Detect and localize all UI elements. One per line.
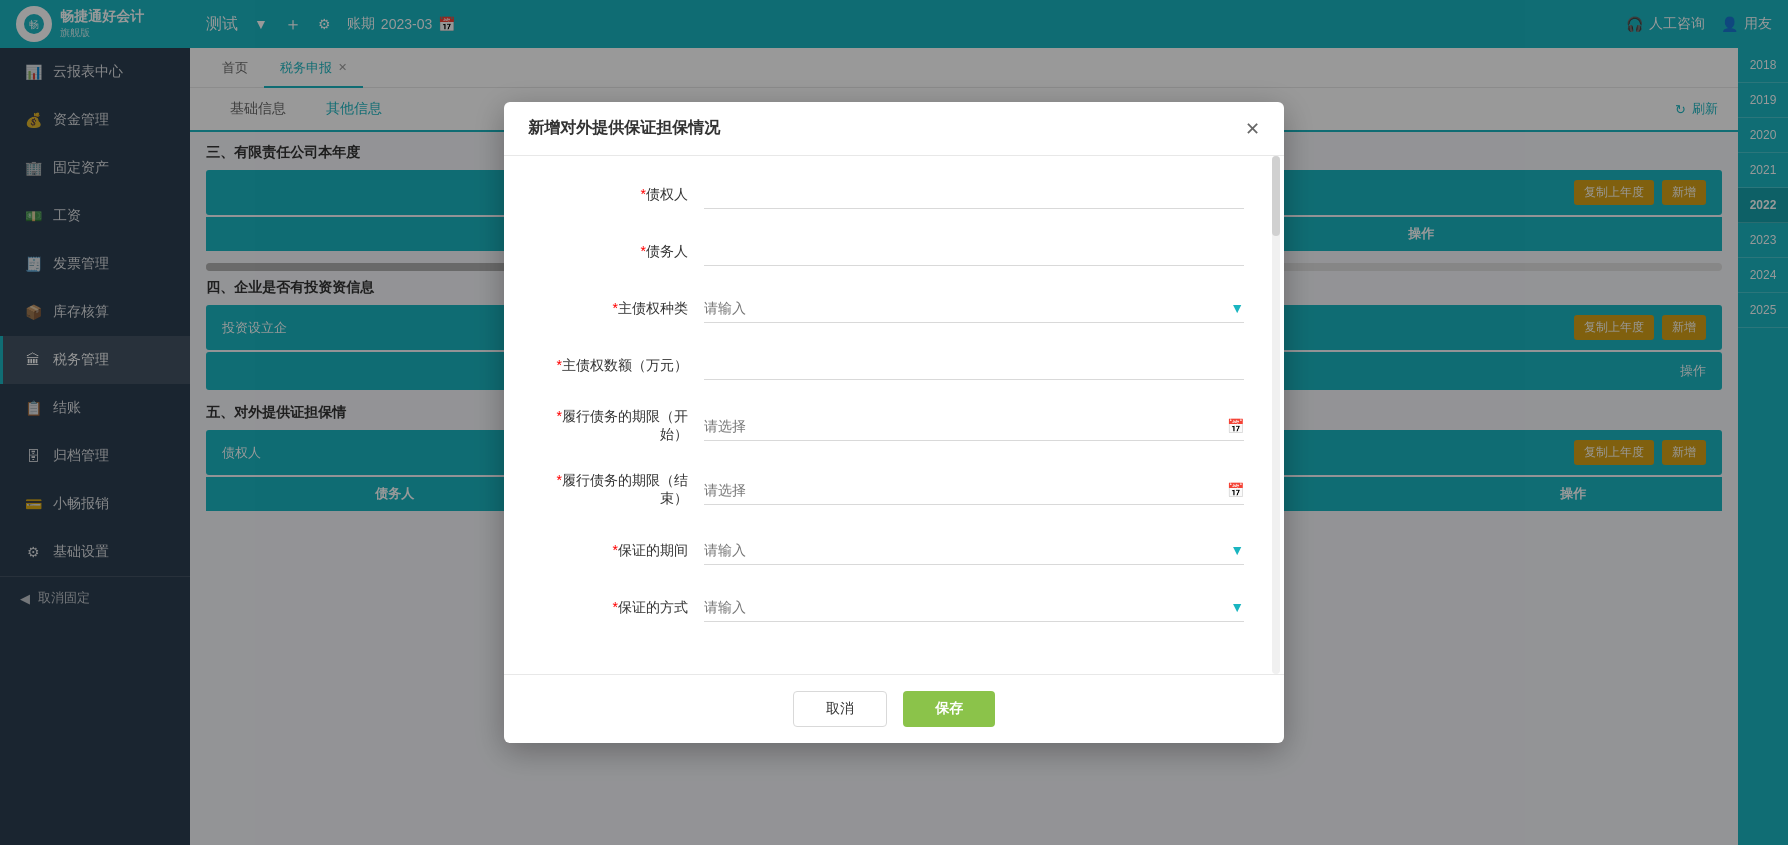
save-button[interactable]: 保存 bbox=[903, 691, 995, 727]
date-period-end-wrapper: 📅 bbox=[704, 476, 1244, 505]
modal-body: *债权人 *债务人 *主债权种类 ▼ bbox=[504, 156, 1284, 674]
label-debt-amount: *主债权数额（万元） bbox=[544, 357, 704, 375]
required-star-debt-amount: * bbox=[557, 357, 562, 373]
modal-dialog: 新增对外提供保证担保情况 ✕ *债权人 *债务人 bbox=[504, 102, 1284, 743]
label-debtor: *债务人 bbox=[544, 243, 704, 261]
required-star-period-start: * bbox=[557, 408, 562, 424]
input-debtor[interactable] bbox=[704, 237, 1244, 266]
label-period-start: *履行债务的期限（开始） bbox=[544, 408, 704, 444]
form-row-debt-type: *主债权种类 ▼ bbox=[544, 294, 1244, 323]
label-period-end: *履行债务的期限（结束） bbox=[544, 472, 704, 508]
select-guarantee-method-wrapper: ▼ bbox=[704, 593, 1244, 622]
input-period-start[interactable] bbox=[704, 412, 1227, 440]
modal-scrollbar-track bbox=[1272, 156, 1280, 674]
label-guarantee-period: *保证的期间 bbox=[544, 542, 704, 560]
chevron-down-icon-guarantee-period[interactable]: ▼ bbox=[1230, 542, 1244, 558]
modal-close-button[interactable]: ✕ bbox=[1245, 120, 1260, 138]
required-star-creditor: * bbox=[641, 186, 646, 202]
label-guarantee-method: *保证的方式 bbox=[544, 599, 704, 617]
chevron-down-icon-guarantee-method[interactable]: ▼ bbox=[1230, 599, 1244, 615]
modal-title: 新增对外提供保证担保情况 bbox=[528, 118, 720, 139]
label-debt-type: *主债权种类 bbox=[544, 300, 704, 318]
required-star-period-end: * bbox=[557, 472, 562, 488]
form-row-creditor: *债权人 bbox=[544, 180, 1244, 209]
calendar-icon-period-end[interactable]: 📅 bbox=[1227, 482, 1244, 498]
input-debt-amount[interactable] bbox=[704, 351, 1244, 380]
chevron-down-icon-debt-type[interactable]: ▼ bbox=[1230, 300, 1244, 316]
date-period-start-wrapper: 📅 bbox=[704, 412, 1244, 441]
form-row-period-end: *履行债务的期限（结束） 📅 bbox=[544, 472, 1244, 508]
form-row-debt-amount: *主债权数额（万元） bbox=[544, 351, 1244, 380]
select-guarantee-period-wrapper: ▼ bbox=[704, 536, 1244, 565]
form-row-period-start: *履行债务的期限（开始） 📅 bbox=[544, 408, 1244, 444]
input-guarantee-period[interactable] bbox=[704, 536, 1230, 564]
modal-scrollbar-thumb bbox=[1272, 156, 1280, 236]
label-creditor: *债权人 bbox=[544, 186, 704, 204]
calendar-icon-period-start[interactable]: 📅 bbox=[1227, 418, 1244, 434]
modal-header: 新增对外提供保证担保情况 ✕ bbox=[504, 102, 1284, 156]
required-star-debtor: * bbox=[641, 243, 646, 259]
cancel-button[interactable]: 取消 bbox=[793, 691, 887, 727]
required-star-guarantee-period: * bbox=[613, 542, 618, 558]
form-row-guarantee-period: *保证的期间 ▼ bbox=[544, 536, 1244, 565]
required-star-debt-type: * bbox=[613, 300, 618, 316]
modal-overlay: 新增对外提供保证担保情况 ✕ *债权人 *债务人 bbox=[0, 0, 1788, 845]
modal-footer: 取消 保存 bbox=[504, 674, 1284, 743]
form-row-debtor: *债务人 bbox=[544, 237, 1244, 266]
required-star-guarantee-method: * bbox=[613, 599, 618, 615]
form-row-guarantee-method: *保证的方式 ▼ bbox=[544, 593, 1244, 622]
input-period-end[interactable] bbox=[704, 476, 1227, 504]
input-creditor[interactable] bbox=[704, 180, 1244, 209]
input-debt-type[interactable] bbox=[704, 294, 1230, 322]
select-debt-type-wrapper: ▼ bbox=[704, 294, 1244, 323]
input-guarantee-method[interactable] bbox=[704, 593, 1230, 621]
